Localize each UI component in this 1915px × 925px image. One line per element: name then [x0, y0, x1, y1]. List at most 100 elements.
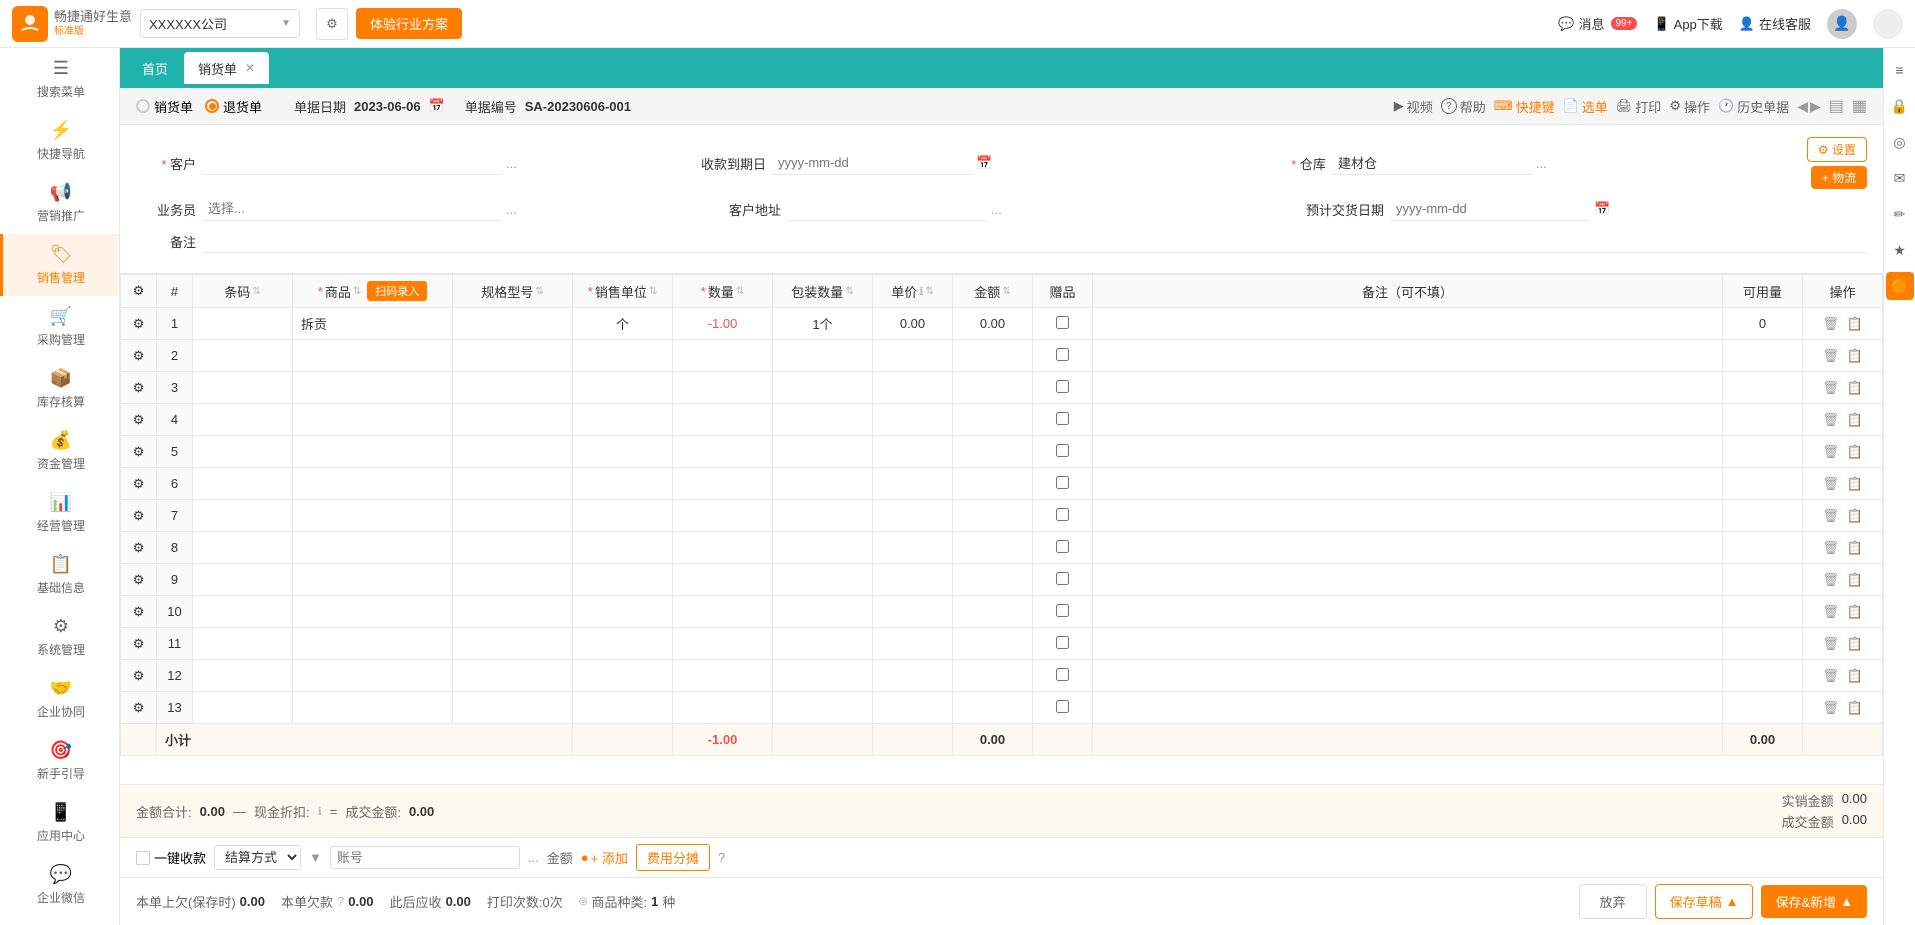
delete-icon[interactable]: 🗑 [1822, 316, 1839, 331]
row-amount[interactable] [953, 596, 1033, 628]
row-unit[interactable] [573, 660, 673, 692]
row-barcode[interactable] [193, 564, 293, 596]
sidebar-item-basic[interactable]: 📋 基础信息 [0, 544, 119, 606]
sidebar-item-marketing[interactable]: 📢 营销推广 [0, 172, 119, 234]
right-panel-btn-2[interactable]: 🔒 [1886, 92, 1914, 120]
row-price[interactable] [873, 372, 953, 404]
row-remark[interactable] [1093, 500, 1723, 532]
delete-icon[interactable]: 🗑 [1822, 508, 1839, 523]
row-pkgqty[interactable] [773, 628, 873, 660]
row-price[interactable] [873, 692, 953, 724]
add-payment-button[interactable]: ● + 添加 [581, 848, 628, 867]
row-spec[interactable] [453, 404, 573, 436]
sidebar-item-wechat[interactable]: 💬 企业微信 [0, 854, 119, 916]
row-price[interactable] [873, 436, 953, 468]
help-action[interactable]: ? 帮助 [1441, 97, 1486, 116]
row-gift[interactable] [1033, 340, 1093, 372]
col-settings[interactable]: ⚙ [121, 275, 157, 308]
row-qty[interactable] [673, 404, 773, 436]
salesperson-input[interactable] [202, 197, 502, 221]
row-spec[interactable] [453, 436, 573, 468]
row-settings[interactable]: ⚙ [121, 404, 157, 436]
copy-icon[interactable]: 📋 [1846, 412, 1862, 427]
row-pkgqty[interactable] [773, 340, 873, 372]
row-gift[interactable] [1033, 308, 1093, 340]
row-goods[interactable] [293, 628, 453, 660]
row-spec[interactable] [453, 532, 573, 564]
row-remark[interactable] [1093, 532, 1723, 564]
row-remark[interactable] [1093, 340, 1723, 372]
row-spec[interactable] [453, 372, 573, 404]
price-sort[interactable]: ⇅ [925, 286, 933, 297]
row-pkgqty[interactable] [773, 660, 873, 692]
row-barcode[interactable] [193, 340, 293, 372]
logistics-button[interactable]: + 物流 [1811, 166, 1867, 189]
row-goods[interactable] [293, 564, 453, 596]
sidebar-item-operations[interactable]: 📊 经营管理 [0, 482, 119, 544]
sidebar-item-inventory[interactable]: 📦 库存核算 [0, 358, 119, 420]
price-info-icon[interactable]: ℹ [919, 285, 923, 298]
row-barcode[interactable] [193, 468, 293, 500]
copy-icon[interactable]: 📋 [1846, 572, 1862, 587]
delete-icon[interactable]: 🗑 [1822, 636, 1839, 651]
scan-button[interactable]: 扫码录入 [367, 281, 427, 301]
row-gift[interactable] [1033, 564, 1093, 596]
print-action[interactable]: 🖨 打印 [1616, 97, 1662, 116]
row-pkgqty[interactable]: 1个 [773, 308, 873, 340]
row-pkgqty[interactable] [773, 532, 873, 564]
row-settings[interactable]: ⚙ [121, 628, 157, 660]
right-panel-btn-1[interactable]: ≡ [1886, 56, 1914, 84]
amount-sort[interactable]: ⇅ [1002, 286, 1010, 297]
row-gift[interactable] [1033, 372, 1093, 404]
list-view-icon[interactable]: ▤ [1829, 96, 1844, 116]
row-pkgqty[interactable] [773, 564, 873, 596]
row-price[interactable] [873, 404, 953, 436]
online-service-button[interactable]: 👤 在线客服 [1739, 14, 1811, 33]
expected-calendar-icon[interactable]: 📅 [1590, 201, 1614, 217]
row-goods[interactable] [293, 596, 453, 628]
row-amount[interactable] [953, 692, 1033, 724]
delete-icon[interactable]: 🗑 [1822, 540, 1839, 555]
row-unit[interactable] [573, 404, 673, 436]
row-amount[interactable] [953, 340, 1033, 372]
receive-calendar-icon[interactable]: 📅 [972, 155, 996, 171]
radio-return-bill[interactable]: 退货单 [205, 97, 262, 116]
copy-icon[interactable]: 📋 [1846, 604, 1862, 619]
row-gift[interactable] [1033, 436, 1093, 468]
row-remark[interactable] [1093, 308, 1723, 340]
row-spec[interactable] [453, 628, 573, 660]
row-unit[interactable] [573, 532, 673, 564]
row-price[interactable] [873, 500, 953, 532]
barcode-sort[interactable]: ⇅ [252, 286, 260, 297]
expense-split-button[interactable]: 费用分摊 [636, 844, 710, 871]
choose-action[interactable]: 📄 选单 [1563, 97, 1608, 116]
row-unit[interactable] [573, 500, 673, 532]
row-unit[interactable] [573, 372, 673, 404]
sidebar-item-finance[interactable]: 💰 资金管理 [0, 420, 119, 482]
company-selector[interactable]: XXXXXX公司 ▼ [140, 9, 300, 38]
row-settings[interactable]: ⚙ [121, 468, 157, 500]
row-unit[interactable] [573, 340, 673, 372]
row-amount[interactable] [953, 532, 1033, 564]
row-settings[interactable]: ⚙ [121, 372, 157, 404]
row-goods[interactable] [293, 404, 453, 436]
row-remark[interactable] [1093, 404, 1723, 436]
row-remark[interactable] [1093, 596, 1723, 628]
sidebar-item-search[interactable]: ☰ 搜索菜单 [0, 48, 119, 110]
receive-date-input[interactable] [772, 151, 972, 175]
sidebar-item-app-center[interactable]: 📱 应用中心 [0, 792, 119, 854]
row-amount[interactable]: 0.00 [953, 308, 1033, 340]
right-panel-btn-5[interactable]: ✏ [1886, 200, 1914, 228]
salesperson-dots[interactable]: ... [502, 202, 521, 217]
row-remark[interactable] [1093, 564, 1723, 596]
copy-icon[interactable]: 📋 [1846, 668, 1862, 683]
row-amount[interactable] [953, 468, 1033, 500]
row-remark[interactable] [1093, 692, 1723, 724]
row-goods[interactable] [293, 660, 453, 692]
row-price[interactable] [873, 628, 953, 660]
abandon-button[interactable]: 放弃 [1579, 884, 1647, 919]
sidebar-item-newbie[interactable]: 🎯 新手引导 [0, 730, 119, 792]
row-amount[interactable] [953, 628, 1033, 660]
sidebar-item-system[interactable]: ⚙ 系统管理 [0, 606, 119, 668]
payment-help-icon[interactable]: ? [718, 850, 725, 865]
